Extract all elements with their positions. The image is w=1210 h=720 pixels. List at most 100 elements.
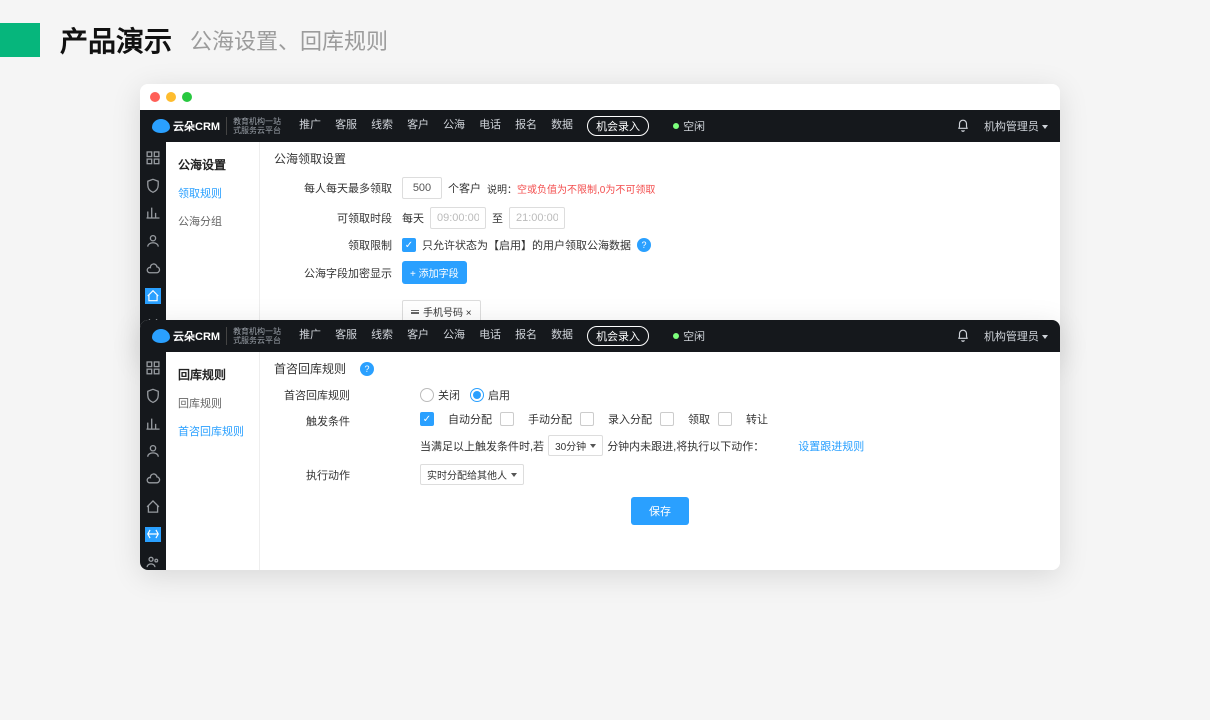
radio-off-label: 关闭 [438,387,460,403]
user-menu[interactable]: 机构管理员 [984,328,1048,344]
close-dot[interactable] [150,92,160,102]
drag-icon [411,310,419,314]
nav-cta[interactable]: 机会录入 [587,116,649,136]
brand-tagline: 教育机构一站式服务云平台 [226,327,281,345]
main-panel-2: 首咨回库规则 ? 首咨回库规则 关闭 启用 触发条件 ✓自动分配 ✓手动分配 ✓ [260,352,1060,570]
link-setup-followup[interactable]: 设置跟进规则 [798,438,864,454]
rail-active-icon-2[interactable] [145,527,161,543]
page-title: 产品演示 [60,20,172,60]
minimize-dot[interactable] [166,92,176,102]
status-indicator [673,123,679,129]
nav-customers[interactable]: 客户 [407,116,429,136]
chk-manual[interactable]: ✓ [500,412,514,426]
rail-cloud-icon[interactable] [145,471,161,487]
input-max-claim[interactable] [402,177,442,199]
label-rule: 首咨回库规则 [274,387,350,403]
opt-input: 录入分配 [608,411,652,427]
radio-on-label: 启用 [488,387,510,403]
chk-input[interactable]: ✓ [580,412,594,426]
nav-promote[interactable]: 推广 [299,116,321,136]
rail-dashboard-icon[interactable] [145,360,161,376]
top-nav-2: 云朵CRM 教育机构一站式服务云平台 推广 客服 线索 客户 公海 电话 报名 … [140,320,1060,352]
sidebar-item-return-rule[interactable]: 回库规则 [166,389,259,417]
sidebar-item-first-return[interactable]: 首咨回库规则 [166,417,259,445]
brand-logo-2[interactable]: 云朵CRM 教育机构一站式服务云平台 [152,327,281,345]
rail-active-icon[interactable] [145,288,161,304]
window-public-sea: 云朵CRM 教育机构一站式服务云平台 推广 客服 线索 客户 公海 电话 报名 … [140,84,1060,359]
input-end-time[interactable] [509,207,565,229]
nav-service[interactable]: 客服 [335,116,357,136]
chk-claim[interactable]: ✓ [660,412,674,426]
label-mask: 公海字段加密显示 [274,265,392,281]
nav-leads[interactable]: 线索 [371,326,393,346]
select-duration[interactable]: 30分钟 [548,435,603,456]
restrict-text: 只允许状态为【启用】的用户领取公海数据 [422,237,631,253]
nav-data[interactable]: 数据 [551,116,573,136]
nav-leads[interactable]: 线索 [371,116,393,136]
label-restrict: 领取限制 [274,237,392,253]
max-note: 说明：空或负值为不限制,0为不可领取 [487,181,655,196]
nav-customers[interactable]: 客户 [407,326,429,346]
radio-off[interactable] [420,388,434,402]
rail-home-icon[interactable] [145,499,161,515]
rail-cloud-icon[interactable] [145,261,161,277]
rail-dashboard-icon[interactable] [145,150,161,166]
nav-promote[interactable]: 推广 [299,326,321,346]
nav-phone[interactable]: 电话 [479,326,501,346]
rail-chart-icon[interactable] [145,205,161,221]
nav-service[interactable]: 客服 [335,326,357,346]
sidebar-item-claim-rule[interactable]: 领取规则 [166,179,259,207]
nav-enroll[interactable]: 报名 [515,116,537,136]
user-menu[interactable]: 机构管理员 [984,118,1048,134]
save-button[interactable]: 保存 [631,497,689,525]
sidebar-item-groups[interactable]: 公海分组 [166,207,259,235]
time-prefix: 每天 [402,210,424,226]
chk-auto[interactable]: ✓ [420,412,434,426]
rail-chart-icon[interactable] [145,416,161,432]
nav-phone[interactable]: 电话 [479,116,501,136]
radio-on[interactable] [470,388,484,402]
suffix-customers: 个客户 [448,180,481,196]
help-icon[interactable]: ? [360,362,374,376]
opt-claim: 领取 [688,411,710,427]
bell-icon[interactable] [956,119,970,133]
chevron-down-icon [511,473,517,477]
chk-transfer[interactable]: ✓ [718,412,732,426]
sidebar-title-2: 回库规则 [166,360,259,389]
brand-name: 云朵CRM [173,328,220,344]
input-start-time[interactable] [430,207,486,229]
add-field-button[interactable]: + 添加字段 [402,261,467,284]
sidebar-title: 公海设置 [166,150,259,179]
rail-people-icon[interactable] [145,554,161,570]
label-trigger: 触发条件 [274,411,350,429]
nav-cta[interactable]: 机会录入 [587,326,649,346]
nav-enroll[interactable]: 报名 [515,326,537,346]
mac-traffic-lights [140,84,1060,110]
select-action[interactable]: 实时分配给其他人 [420,464,524,485]
rail-shield-icon[interactable] [145,388,161,404]
brand-logo[interactable]: 云朵CRM 教育机构一站式服务云平台 [152,117,281,135]
cloud-icon [152,329,170,343]
opt-manual: 手动分配 [528,411,572,427]
status-label: 空闲 [683,118,705,134]
nav-sea[interactable]: 公海 [443,326,465,346]
rail-user-icon[interactable] [145,233,161,249]
help-icon[interactable]: ? [637,238,651,252]
checkbox-restrict[interactable]: ✓ [402,238,416,252]
page-subtitle: 公海设置、回库规则 [190,24,388,56]
rail-shield-icon[interactable] [145,178,161,194]
label-time-window: 可领取时段 [274,210,392,226]
nav-links: 推广 客服 线索 客户 公海 电话 报名 数据 机会录入 [299,116,649,136]
top-nav: 云朵CRM 教育机构一站式服务云平台 推广 客服 线索 客户 公海 电话 报名 … [140,110,1060,142]
chevron-down-icon [1042,335,1048,339]
rail-user-icon[interactable] [145,443,161,459]
nav-data[interactable]: 数据 [551,326,573,346]
bell-icon[interactable] [956,329,970,343]
cloud-icon [152,119,170,133]
section-title-2: 首咨回库规则 ? [274,360,1046,377]
window-return-rule: 云朵CRM 教育机构一站式服务云平台 推广 客服 线索 客户 公海 电话 报名 … [140,320,1060,570]
maximize-dot[interactable] [182,92,192,102]
trigger-line2-pre: 当满足以上触发条件时,若 [420,438,544,454]
nav-sea[interactable]: 公海 [443,116,465,136]
brand-name: 云朵CRM [173,118,220,134]
